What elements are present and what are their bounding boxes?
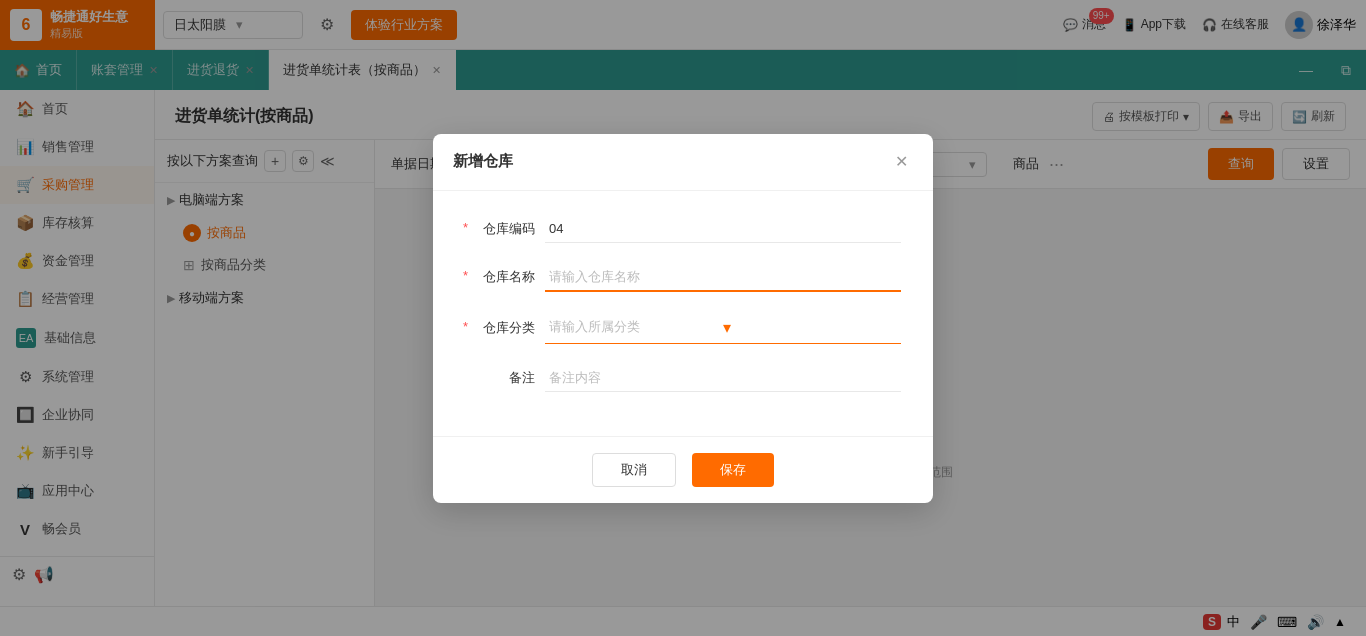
modal-footer: 取消 保存 bbox=[433, 436, 933, 503]
form-row-category: 仓库分类 请输入所属分类 ▾ bbox=[465, 312, 901, 344]
modal-close-button[interactable]: ✕ bbox=[889, 150, 913, 174]
warehouse-code-input[interactable] bbox=[545, 215, 901, 243]
warehouse-name-label: 仓库名称 bbox=[465, 268, 545, 286]
warehouse-category-select[interactable]: 请输入所属分类 ▾ bbox=[545, 312, 901, 344]
category-placeholder: 请输入所属分类 bbox=[549, 318, 723, 336]
form-row-code: 仓库编码 bbox=[465, 215, 901, 243]
notes-label: 备注 bbox=[465, 369, 545, 387]
modal-body: 仓库编码 仓库名称 仓库分类 请输入所属分类 ▾ 备注 bbox=[433, 191, 933, 436]
form-row-name: 仓库名称 bbox=[465, 263, 901, 292]
notes-input[interactable] bbox=[545, 364, 901, 392]
modal-overlay: 新增仓库 ✕ 仓库编码 仓库名称 仓库分类 请输入所属分类 ▾ bbox=[0, 0, 1366, 636]
category-dropdown-arrow: ▾ bbox=[723, 318, 897, 337]
form-row-notes: 备注 bbox=[465, 364, 901, 392]
modal-header: 新增仓库 ✕ bbox=[433, 134, 933, 191]
cancel-button[interactable]: 取消 bbox=[592, 453, 676, 487]
warehouse-category-label: 仓库分类 bbox=[465, 319, 545, 337]
save-button[interactable]: 保存 bbox=[692, 453, 774, 487]
modal-title: 新增仓库 bbox=[453, 152, 513, 171]
add-warehouse-modal: 新增仓库 ✕ 仓库编码 仓库名称 仓库分类 请输入所属分类 ▾ bbox=[433, 134, 933, 503]
warehouse-code-label: 仓库编码 bbox=[465, 220, 545, 238]
warehouse-name-input[interactable] bbox=[545, 263, 901, 292]
